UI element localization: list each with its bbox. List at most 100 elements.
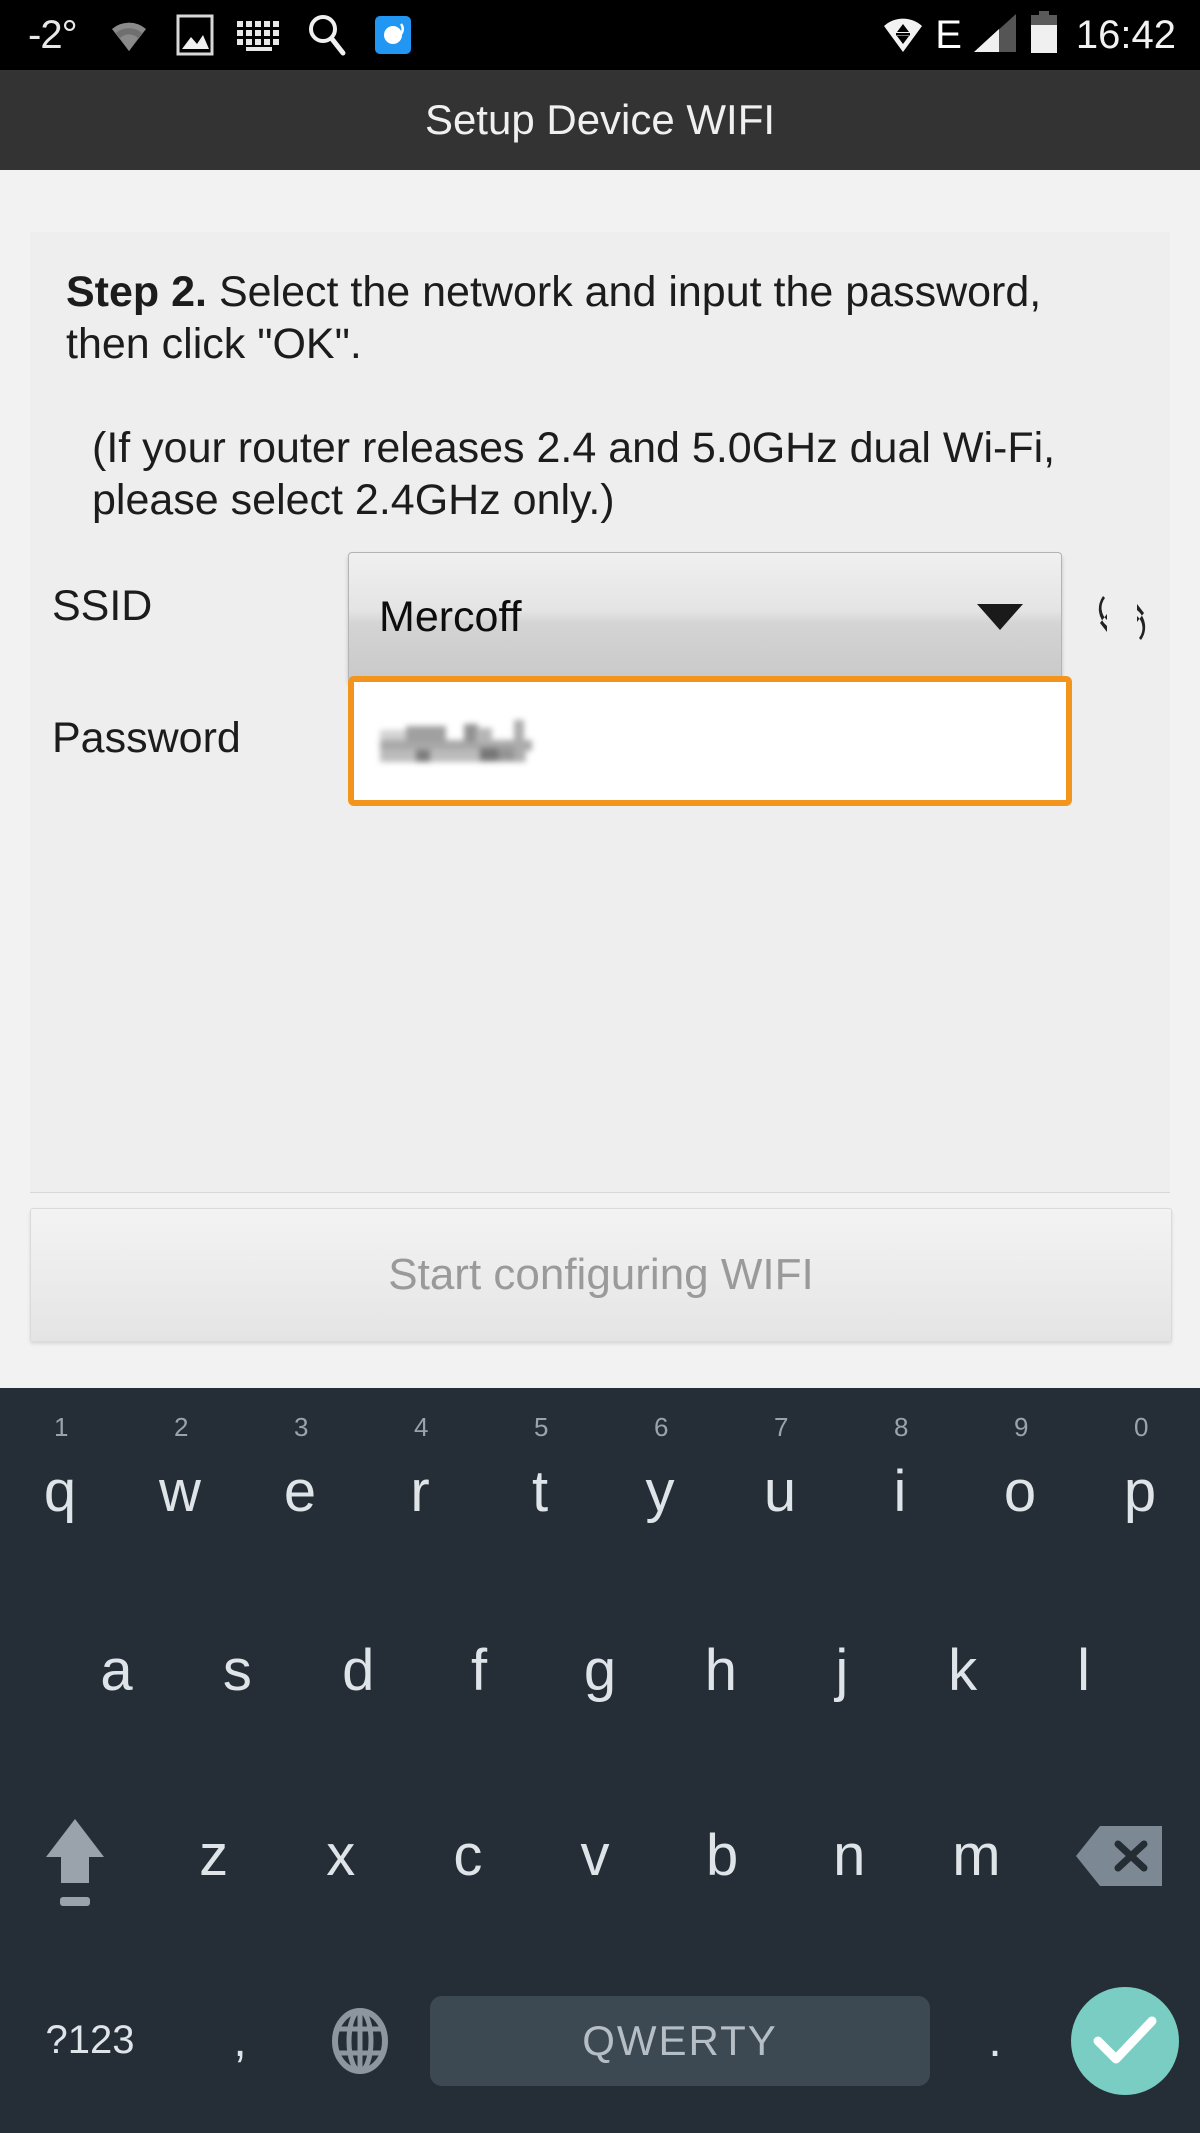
start-configuring-button[interactable]: Start configuring WIFI — [30, 1208, 1172, 1342]
key-y-number: 6 — [654, 1412, 668, 1443]
key-e-number: 3 — [294, 1412, 308, 1443]
key-i[interactable]: 8i — [840, 1388, 960, 1578]
key-r-label: r — [410, 1458, 429, 1525]
key-t-number: 5 — [534, 1412, 548, 1443]
keyboard-row-3: z x c v b n m — [0, 1763, 1200, 1948]
ssid-selected-value: Mercoff — [349, 593, 977, 642]
key-g-label: g — [584, 1637, 616, 1704]
key-t-label: t — [532, 1458, 548, 1525]
keyboard-icon — [235, 13, 287, 57]
phone-screen: -2° — [0, 0, 1200, 2133]
title-bar: Setup Device WIFI — [0, 70, 1200, 170]
step-label: Step 2. — [66, 268, 207, 316]
key-x[interactable]: x — [277, 1763, 404, 1948]
key-m[interactable]: m — [913, 1763, 1040, 1948]
key-j-label: j — [835, 1637, 848, 1704]
backspace-icon[interactable] — [1040, 1822, 1200, 1890]
password-label: Password — [52, 714, 241, 763]
status-bar-right: E 16:42 — [881, 11, 1200, 60]
key-w-label: w — [159, 1458, 201, 1525]
keyboard-row-1: 1q 2w 3e 4r 5t 6y 7u 8i 9o 0p — [0, 1388, 1200, 1578]
key-z[interactable]: z — [150, 1763, 277, 1948]
key-i-label: i — [894, 1458, 907, 1525]
key-m-label: m — [952, 1822, 1000, 1889]
key-e-label: e — [284, 1458, 316, 1525]
key-c-label: c — [453, 1822, 482, 1889]
key-w[interactable]: 2w — [120, 1388, 240, 1578]
key-q[interactable]: 1q — [0, 1388, 120, 1578]
key-u[interactable]: 7u — [720, 1388, 840, 1578]
wifi-transfer-icon — [881, 12, 925, 59]
key-e[interactable]: 3e — [240, 1388, 360, 1578]
key-y-label: y — [646, 1458, 675, 1525]
ssid-label: SSID — [52, 582, 152, 631]
key-b[interactable]: b — [659, 1763, 786, 1948]
key-z-label: z — [199, 1822, 228, 1889]
key-y[interactable]: 6y — [600, 1388, 720, 1578]
password-masked-value — [380, 720, 532, 762]
ssid-row: SSID Mercoff — [30, 532, 1170, 680]
key-h[interactable]: h — [660, 1578, 781, 1763]
key-u-number: 7 — [774, 1412, 788, 1443]
clock: 16:42 — [1076, 15, 1176, 55]
key-symbols[interactable]: ?123 — [0, 2018, 180, 2063]
key-a-label: a — [100, 1637, 132, 1704]
key-s[interactable]: s — [177, 1578, 298, 1763]
start-button-label: Start configuring WIFI — [388, 1250, 813, 1300]
key-c[interactable]: c — [404, 1763, 531, 1948]
key-r[interactable]: 4r — [360, 1388, 480, 1578]
key-h-label: h — [705, 1637, 737, 1704]
shift-arrow-icon[interactable] — [0, 1801, 150, 1911]
search-icon — [301, 13, 353, 57]
signal-icon — [972, 12, 1018, 59]
key-t[interactable]: 5t — [480, 1388, 600, 1578]
key-s-label: s — [223, 1637, 252, 1704]
camera-icon — [367, 13, 419, 57]
temperature-indicator: -2° — [28, 15, 77, 55]
key-q-label: q — [44, 1458, 76, 1525]
key-o-label: o — [1004, 1458, 1036, 1525]
key-v-label: v — [580, 1822, 609, 1889]
on-screen-keyboard: 1q 2w 3e 4r 5t 6y 7u 8i 9o 0p a s d f g … — [0, 1388, 1200, 2133]
chevron-down-icon — [977, 604, 1023, 630]
key-v[interactable]: v — [531, 1763, 658, 1948]
key-d[interactable]: d — [298, 1578, 419, 1763]
key-g[interactable]: g — [540, 1578, 661, 1763]
key-period[interactable]: . — [940, 2013, 1050, 2068]
wifi-icon — [103, 13, 155, 57]
status-bar: -2° — [0, 0, 1200, 70]
key-n[interactable]: n — [786, 1763, 913, 1948]
globe-icon[interactable] — [300, 2007, 420, 2075]
refresh-icon[interactable] — [1092, 590, 1152, 646]
key-l-label: l — [1077, 1637, 1090, 1704]
instruction-note: (If your router releases 2.4 and 5.0GHz … — [92, 422, 1132, 527]
key-w-number: 2 — [174, 1412, 188, 1443]
key-i-number: 8 — [894, 1412, 908, 1443]
key-comma[interactable]: , — [180, 2013, 300, 2068]
key-a[interactable]: a — [56, 1578, 177, 1763]
password-row: Password — [30, 662, 1170, 810]
network-type-indicator: E — [935, 15, 962, 55]
photo-icon — [169, 13, 221, 57]
key-l[interactable]: l — [1023, 1578, 1144, 1763]
password-input[interactable] — [348, 676, 1072, 806]
battery-icon — [1028, 11, 1060, 60]
key-space[interactable]: QWERTY — [430, 1996, 930, 2086]
key-o[interactable]: 9o — [960, 1388, 1080, 1578]
key-f[interactable]: f — [419, 1578, 540, 1763]
step-text: Select the network and input the passwor… — [66, 268, 1041, 368]
status-bar-left: -2° — [0, 13, 881, 57]
key-enter[interactable] — [1050, 1987, 1200, 2095]
key-b-label: b — [706, 1822, 738, 1889]
key-f-label: f — [471, 1637, 487, 1704]
setup-panel: Step 2. Select the network and input the… — [30, 232, 1170, 1193]
key-j[interactable]: j — [781, 1578, 902, 1763]
instruction-line-1: Step 2. Select the network and input the… — [66, 266, 1126, 371]
key-p[interactable]: 0p — [1080, 1388, 1200, 1578]
keyboard-row-2: a s d f g h j k l — [0, 1578, 1200, 1763]
keyboard-row-4: ?123 , QWERTY . — [0, 1948, 1200, 2133]
key-p-label: p — [1124, 1458, 1156, 1525]
key-q-number: 1 — [54, 1412, 68, 1443]
key-x-label: x — [326, 1822, 355, 1889]
key-k[interactable]: k — [902, 1578, 1023, 1763]
